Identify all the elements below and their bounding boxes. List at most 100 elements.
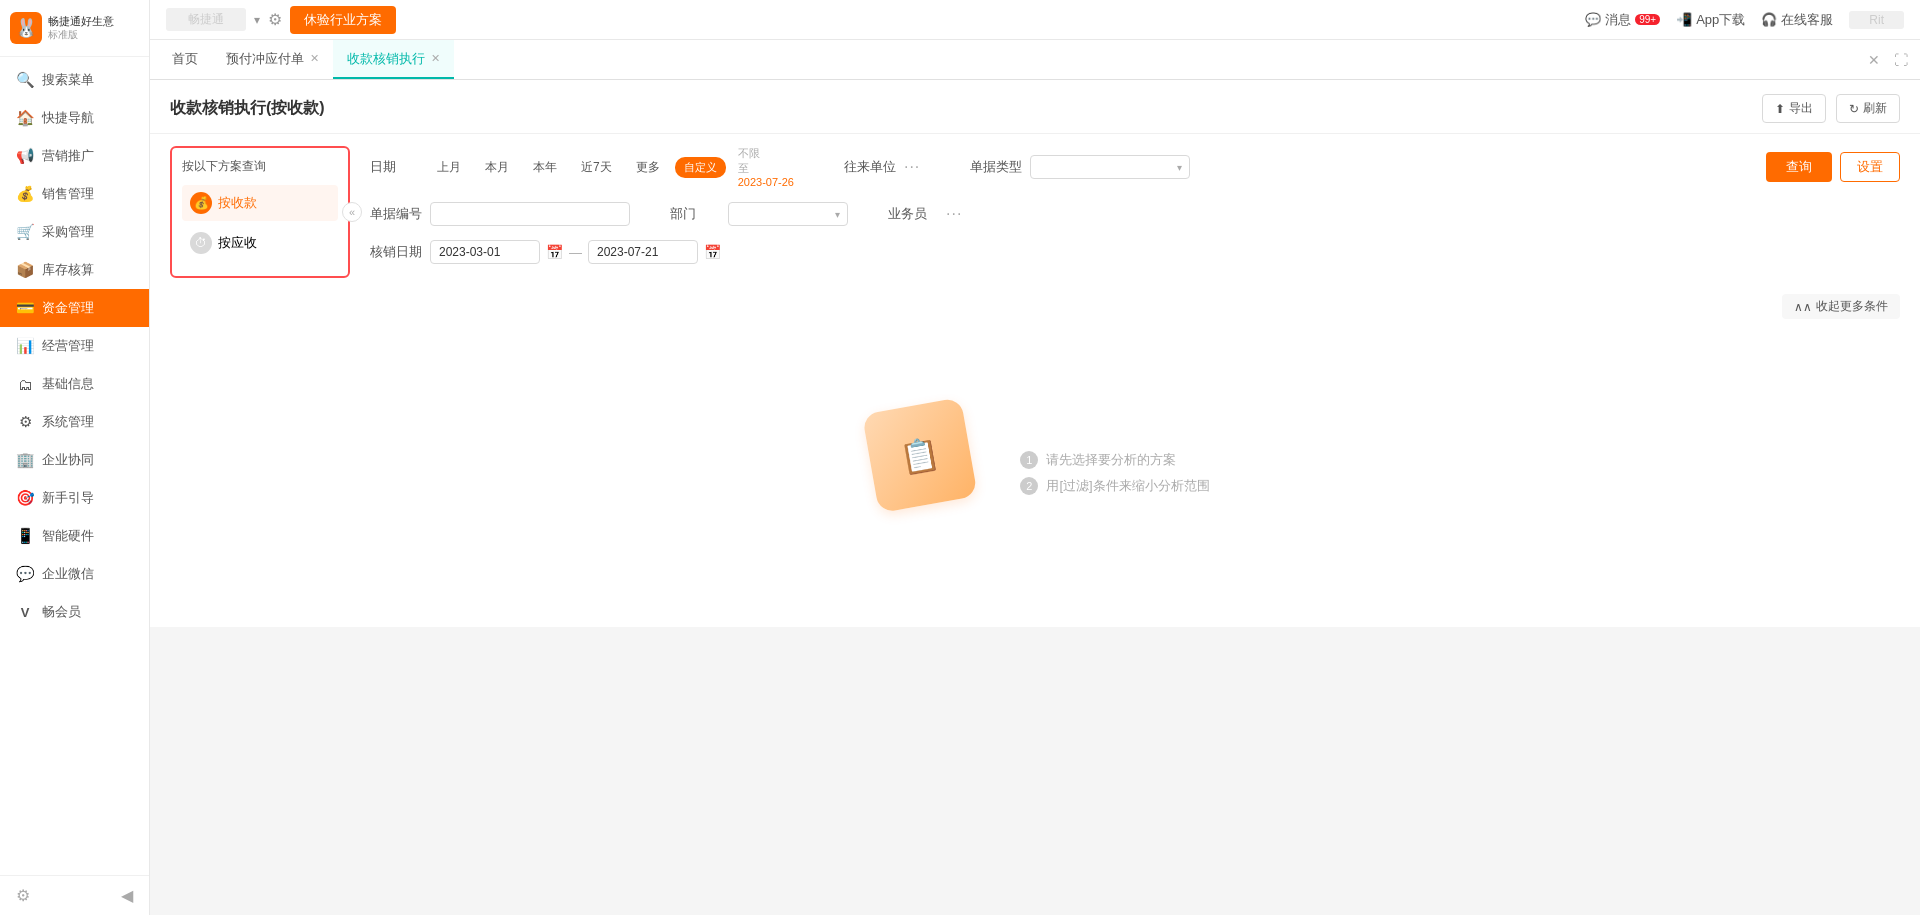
sidebar-item-search[interactable]: 🔍 搜索菜单 [0,61,149,99]
hint-num-1: 1 [1020,451,1038,469]
verify-date-end[interactable] [588,240,698,264]
date-btn-more[interactable]: 更多 [627,155,669,180]
filter-verify-date-item: 核销日期 📅 — 📅 [370,240,721,264]
sidebar-item-guide[interactable]: 🎯 新手引导 [0,479,149,517]
sidebar-item-business-label: 经营管理 [42,337,94,355]
staff-select-btn[interactable]: ··· [946,205,962,223]
topbar-settings-icon[interactable]: ⚙ [268,10,282,29]
tab-prepay-close[interactable]: ✕ [310,52,319,65]
vip-icon: V [16,603,34,621]
collapse-more-label: 收起更多条件 [1816,298,1888,315]
sidebar-settings-icon[interactable]: ⚙ [16,886,30,905]
close-tab-btn[interactable]: ✕ [1864,48,1884,72]
sidebar-item-business[interactable]: 📊 经营管理 [0,327,149,365]
filter-settings-btn[interactable]: 设置 [1840,152,1900,182]
date-btn-this-year[interactable]: 本年 [524,155,566,180]
expand-tab-btn[interactable]: ⛶ [1890,48,1912,72]
collapse-more-bar: ∧∧ 收起更多条件 [150,290,1920,327]
message-icon: 💬 [1585,12,1601,27]
online-service-btn[interactable]: 🎧 在线客服 [1761,11,1833,29]
verify-date-start-cal-icon[interactable]: 📅 [546,244,563,260]
empty-hint-2: 2 用[过滤]条件来缩小分析范围 [1020,477,1209,495]
sidebar-item-purchase[interactable]: 🛒 采购管理 [0,213,149,251]
app-download-label: App下载 [1696,11,1745,29]
filter-staff-item: 业务员 ··· [888,205,962,223]
dept-select[interactable] [728,202,848,226]
messages-btn[interactable]: 💬 消息 99+ [1585,11,1660,29]
date-btn-custom[interactable]: 自定义 [675,157,726,178]
verify-date-end-cal-icon[interactable]: 📅 [704,244,721,260]
sidebar-item-sales[interactable]: 💰 销售管理 [0,175,149,213]
empty-state-icon: 📋 [860,407,980,527]
sidebar-item-hardware-label: 智能硬件 [42,527,94,545]
industry-btn[interactable]: 休验行业方案 [290,6,396,34]
sidebar-item-quick-nav[interactable]: 🏠 快捷导航 [0,99,149,137]
tab-receivable-close[interactable]: ✕ [431,52,440,65]
sidebar-item-basic-info-label: 基础信息 [42,375,94,393]
sidebar-item-finance[interactable]: 💳 资金管理 [0,289,149,327]
filter-right-panel: 日期 上月 本月 本年 近7天 更多 自定义 不限 至 [370,146,1900,278]
business-icon: 📊 [16,337,34,355]
tab-home[interactable]: 首页 [158,40,212,79]
filter-doctype-item: 单据类型 ▾ [970,155,1190,179]
tab-receivable[interactable]: 收款核销执行 ✕ [333,40,454,79]
sidebar-collapse-icon[interactable]: ◀ [121,886,133,905]
user-info[interactable]: Rit [1849,11,1904,29]
sidebar-item-wechat[interactable]: 💬 企业微信 [0,555,149,593]
collapse-more-btn[interactable]: ∧∧ 收起更多条件 [1782,294,1900,319]
topbar-dropdown-arrow[interactable]: ▾ [254,13,260,27]
filter-row-1: 日期 上月 本月 本年 近7天 更多 自定义 不限 至 [370,146,1900,188]
sidebar-item-vip[interactable]: V 畅会员 [0,593,149,631]
page-title-bar: 收款核销执行(按收款) ⬆ 导出 ↻ 刷新 [150,80,1920,134]
collapse-arrow[interactable]: « [342,202,362,222]
query-action-group: 查询 设置 [1766,152,1900,182]
tab-bar-actions: ✕ ⛶ [1864,40,1912,79]
doctype-select-wrapper: ▾ [1030,155,1190,179]
doctype-select[interactable] [1030,155,1190,179]
sidebar-item-marketing-label: 营销推广 [42,147,94,165]
sidebar-item-basic-info[interactable]: 🗂 基础信息 [0,365,149,403]
sidebar-item-inventory-label: 库存核算 [42,261,94,279]
filter-docno-item: 单据编号 [370,202,630,226]
quick-nav-icon: 🏠 [16,109,34,127]
filter-date-item: 日期 上月 本月 本年 近7天 更多 自定义 不限 至 [370,146,794,188]
sidebar-bottom: ⚙ ◀ [0,875,149,915]
sidebar-item-inventory[interactable]: 📦 库存核算 [0,251,149,289]
sidebar-item-enterprise[interactable]: 🏢 企业协同 [0,441,149,479]
page-inner: 收款核销执行(按收款) ⬆ 导出 ↻ 刷新 按以下方案查询 [150,80,1920,627]
date-btn-7days[interactable]: 近7天 [572,155,621,180]
date-btn-last-month[interactable]: 上月 [428,155,470,180]
verify-date-start[interactable] [430,240,540,264]
party-select-btn[interactable]: ··· [904,158,920,176]
tab-prepay[interactable]: 预付冲应付单 ✕ [212,40,333,79]
export-btn[interactable]: ⬆ 导出 [1762,94,1826,123]
tab-home-label: 首页 [172,50,198,68]
sidebar-item-hardware[interactable]: 📱 智能硬件 [0,517,149,555]
page-content: 收款核销执行(按收款) ⬆ 导出 ↻ 刷新 按以下方案查询 [150,80,1920,915]
sidebar-item-system[interactable]: ⚙ 系统管理 [0,403,149,441]
receivable-option-label: 按应收 [218,234,257,252]
staff-label: 业务员 [888,205,938,223]
docno-input[interactable] [430,202,630,226]
sidebar-logo: 🐰 畅捷通好生意 标准版 [0,0,149,57]
filter-option-receivable[interactable]: ⏱ 按应收 [182,225,338,261]
filter-panel-title: 按以下方案查询 [182,158,338,175]
topbar-logo: 畅捷通 [166,8,246,31]
sidebar-item-wechat-label: 企业微信 [42,565,94,583]
sidebar-item-enterprise-label: 企业协同 [42,451,94,469]
sidebar-item-marketing[interactable]: 📢 营销推广 [0,137,149,175]
verify-date-sep: — [569,245,582,260]
app-download-btn[interactable]: 📲 App下载 [1676,11,1745,29]
filter-party-item: 往来单位 ··· [844,158,920,176]
guide-icon: 🎯 [16,489,34,507]
query-btn[interactable]: 查询 [1766,152,1832,182]
tab-receivable-label: 收款核销执行 [347,50,425,68]
date-btn-this-month[interactable]: 本月 [476,155,518,180]
inventory-icon: 📦 [16,261,34,279]
refresh-btn[interactable]: ↻ 刷新 [1836,94,1900,123]
filter-option-receipt[interactable]: 💰 按收款 [182,185,338,221]
sidebar-item-quick-nav-label: 快捷导航 [42,109,94,127]
sales-icon: 💰 [16,185,34,203]
dept-select-wrapper: ▾ [728,202,848,226]
refresh-icon: ↻ [1849,102,1859,116]
